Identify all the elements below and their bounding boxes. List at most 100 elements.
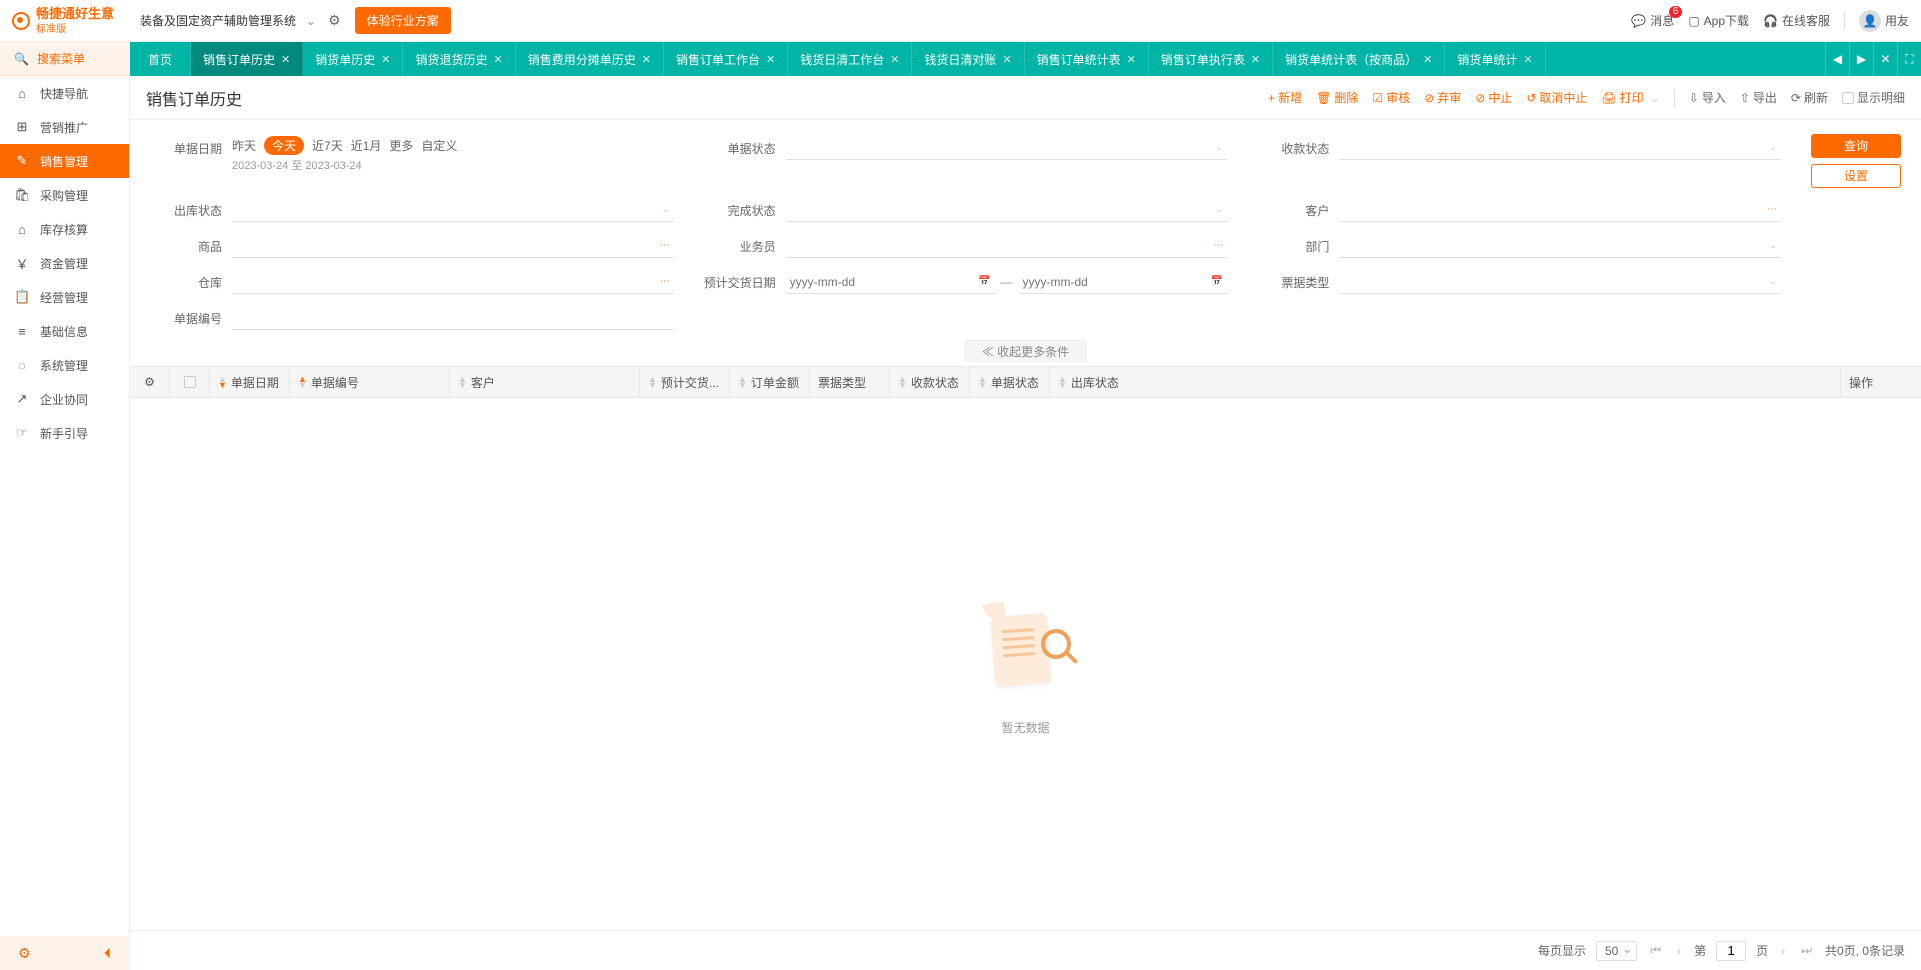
download-link[interactable]: ▢ App下载 — [1688, 12, 1749, 29]
select-all-checkbox[interactable] — [184, 376, 196, 388]
tab-close-icon[interactable]: ✕ — [1251, 53, 1260, 66]
service-link[interactable]: 🎧 在线客服 — [1763, 12, 1830, 29]
system-select-icon[interactable]: ⌄ — [306, 14, 316, 28]
settings-icon[interactable]: ⚙ — [328, 12, 341, 29]
sort-icon[interactable]: ▲▼ — [298, 376, 307, 388]
message-link[interactable]: 💬 消息 6 — [1631, 12, 1674, 29]
export-button[interactable]: ⇧导出 — [1740, 89, 1777, 106]
sort-icon[interactable]: ▲▼ — [218, 376, 227, 388]
sidebar-item[interactable]: ≡基础信息 — [0, 314, 129, 348]
input-warehouse[interactable]: ⋯ — [232, 270, 674, 294]
quick-date-1m[interactable]: 近1月 — [351, 137, 382, 154]
tab-fullscreen-icon[interactable]: ⛶ — [1897, 42, 1921, 76]
import-button[interactable]: ⇩导入 — [1689, 89, 1726, 106]
tab[interactable]: 销货单统计表（按商品）✕ — [1273, 42, 1445, 76]
select-dept[interactable]: ⌄ — [1339, 234, 1781, 258]
sidebar-search[interactable]: 🔍 搜索菜单 — [0, 42, 129, 76]
tab[interactable]: 销售订单历史✕ — [191, 42, 303, 76]
page-next-icon[interactable]: › — [1778, 944, 1788, 958]
tab[interactable]: 销货退货历史✕ — [403, 42, 515, 76]
tab-scroll-left-icon[interactable]: ◀ — [1825, 42, 1849, 76]
collapse-conditions[interactable]: ≪ 收起更多条件 — [965, 340, 1086, 362]
delete-button[interactable]: 🗑删除 — [1316, 89, 1358, 106]
tab[interactable]: 销货单统计✕ — [1445, 42, 1545, 76]
select-pay-status[interactable]: ⌄ — [1339, 136, 1781, 160]
tab[interactable]: 销售费用分摊单历史✕ — [516, 42, 664, 76]
void-button[interactable]: ⊘弃审 — [1424, 89, 1461, 106]
print-button[interactable]: 🖨打印⌄ — [1601, 89, 1659, 106]
col-customer[interactable]: 客户 — [471, 374, 495, 391]
settings-button[interactable]: 设置 — [1811, 164, 1901, 188]
quick-date-custom[interactable]: 自定义 — [421, 137, 457, 154]
detail-toggle[interactable]: 显示明细 — [1842, 89, 1905, 106]
sort-icon[interactable]: ▲▼ — [738, 376, 747, 388]
sidebar-item[interactable]: 📋经营管理 — [0, 280, 129, 314]
tab-close-icon[interactable]: ✕ — [642, 53, 651, 66]
sort-icon[interactable]: ▲▼ — [458, 376, 467, 388]
sidebar-item[interactable]: ⊞营销推广 — [0, 110, 129, 144]
select-out-status[interactable]: ⌄ — [232, 198, 674, 222]
sidebar-item[interactable]: ⌂快捷导航 — [0, 76, 129, 110]
col-out[interactable]: 出库状态 — [1071, 374, 1119, 391]
unstop-button[interactable]: ↺取消中止 — [1526, 89, 1587, 106]
stop-button[interactable]: ⊘中止 — [1475, 89, 1512, 106]
tab-close-icon[interactable]: ✕ — [766, 53, 775, 66]
user-menu[interactable]: 👤 用友 — [1859, 10, 1909, 32]
page-prev-icon[interactable]: ‹ — [1674, 944, 1684, 958]
page-input[interactable] — [1716, 941, 1746, 961]
tab[interactable]: 钱货日清对账✕ — [912, 42, 1024, 76]
select-bill-status[interactable]: ⌄ — [786, 136, 1228, 160]
tab-close-icon[interactable]: ✕ — [494, 53, 503, 66]
input-delivery-to[interactable]: 📅 — [1019, 270, 1228, 294]
col-bill-no[interactable]: 单据编号 — [311, 374, 359, 391]
quick-date-today[interactable]: 今天 — [264, 136, 304, 155]
col-amount[interactable]: 订单金额 — [751, 374, 799, 391]
tab[interactable]: 销售订单工作台✕ — [664, 42, 788, 76]
sidebar-item[interactable]: ⌂库存核算 — [0, 212, 129, 246]
add-button[interactable]: +新增 — [1268, 89, 1302, 106]
tab[interactable]: 钱货日清工作台✕ — [788, 42, 912, 76]
sort-icon[interactable]: ▲▼ — [1058, 376, 1067, 388]
tab-scroll-right-icon[interactable]: ▶ — [1849, 42, 1873, 76]
input-customer[interactable]: ⋯ — [1339, 198, 1781, 222]
experience-button[interactable]: 体验行业方案 — [355, 7, 451, 34]
tab[interactable]: 销售订单执行表✕ — [1149, 42, 1273, 76]
quick-date-more[interactable]: 更多 — [389, 137, 413, 154]
tab-close-icon[interactable]: ✕ — [890, 53, 899, 66]
sidebar-item[interactable]: ￥资金管理 — [0, 246, 129, 280]
gear-icon[interactable]: ⚙ — [18, 945, 31, 962]
tab[interactable]: 销售订单统计表✕ — [1025, 42, 1149, 76]
audit-button[interactable]: ☑审核 — [1372, 89, 1410, 106]
col-ticket[interactable]: 票据类型 — [818, 374, 866, 391]
tab-close-all-icon[interactable]: ✕ — [1873, 42, 1897, 76]
quick-date-yesterday[interactable]: 昨天 — [232, 137, 256, 154]
quick-date-7d[interactable]: 近7天 — [312, 137, 343, 154]
col-pay[interactable]: 收款状态 — [911, 374, 959, 391]
gear-column-icon[interactable]: ⚙ — [144, 375, 155, 389]
sidebar-item[interactable]: ☞新手引导 — [0, 416, 129, 450]
tab-close-icon[interactable]: ✕ — [281, 53, 290, 66]
sidebar-item[interactable]: ◌系统管理 — [0, 348, 129, 382]
page-first-icon[interactable]: ⏮ — [1647, 943, 1664, 958]
input-salesman[interactable]: ⋯ — [786, 234, 1228, 258]
sort-icon[interactable]: ▲▼ — [648, 376, 657, 388]
sidebar-item[interactable]: ✎销售管理 — [0, 144, 129, 178]
col-bill-date[interactable]: 单据日期 — [231, 374, 279, 391]
select-finish-status[interactable]: ⌄ — [786, 198, 1228, 222]
sort-icon[interactable]: ▲▼ — [898, 376, 907, 388]
page-last-icon[interactable]: ⏭ — [1798, 943, 1815, 958]
collapse-sidebar-icon[interactable]: ⏴ — [104, 945, 111, 962]
page-size-select[interactable]: 50 — [1596, 941, 1637, 961]
select-ticket-type[interactable]: ⌄ — [1339, 270, 1781, 294]
input-bill-no[interactable] — [232, 306, 674, 330]
tab-close-icon[interactable]: ✕ — [1127, 53, 1136, 66]
sidebar-item[interactable]: ↗企业协同 — [0, 382, 129, 416]
search-button[interactable]: 查询 — [1811, 134, 1901, 158]
tab-close-icon[interactable]: ✕ — [1423, 53, 1432, 66]
col-bill[interactable]: 单据状态 — [991, 374, 1039, 391]
sidebar-item[interactable]: 🛍采购管理 — [0, 178, 129, 212]
tab-close-icon[interactable]: ✕ — [381, 53, 390, 66]
input-delivery-from[interactable]: 📅 — [786, 270, 995, 294]
tab-home[interactable]: 首页 — [130, 42, 191, 76]
col-delivery[interactable]: 预计交货... — [661, 374, 719, 391]
